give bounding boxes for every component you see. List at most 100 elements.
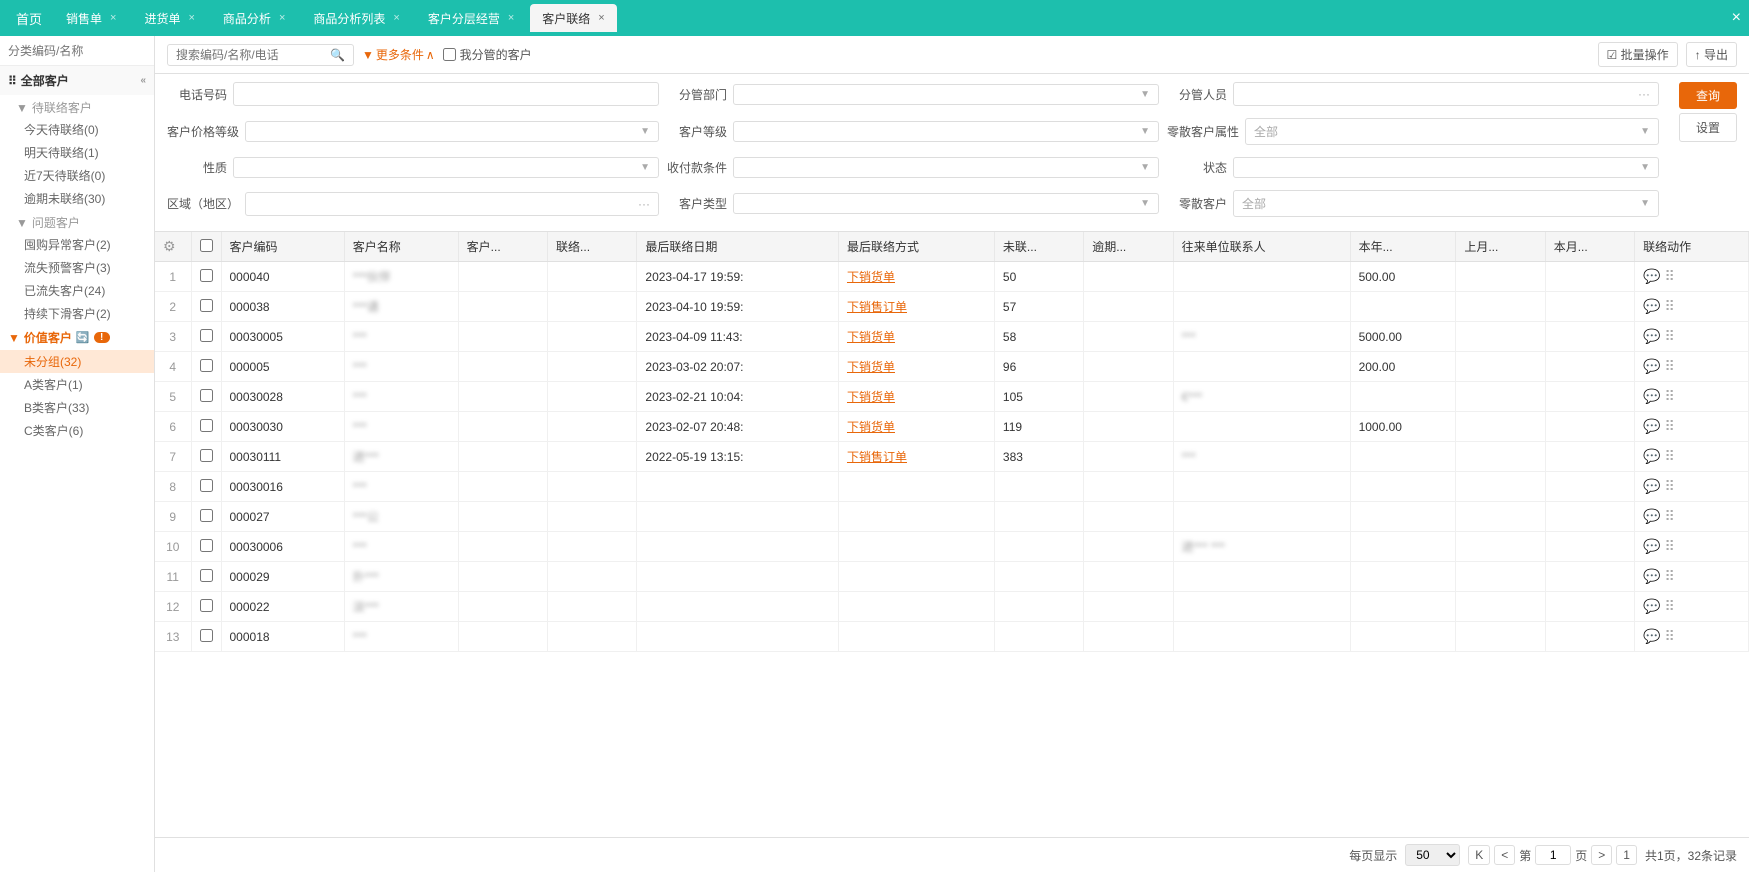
tab-purchase-order[interactable]: 进货单 × [132, 4, 206, 32]
row-checkbox[interactable] [200, 419, 213, 432]
message-icon[interactable]: 💬 [1643, 628, 1660, 645]
th-unlinked[interactable]: 未联... [994, 232, 1083, 262]
tab-product-analysis[interactable]: 商品分析 × [211, 4, 297, 32]
grid-action-icon[interactable]: ⠿ [1665, 628, 1675, 645]
grid-action-icon[interactable]: ⠿ [1665, 358, 1675, 375]
message-icon[interactable]: 💬 [1643, 268, 1660, 285]
sidebar-item-abnormal[interactable]: 囤购异常客户(2) [0, 233, 154, 256]
th-name[interactable]: 客户名称 [344, 232, 458, 262]
search-icon[interactable]: 🔍 [330, 48, 345, 62]
last-method-link[interactable]: 下销货单 [847, 360, 895, 374]
message-icon[interactable]: 💬 [1643, 388, 1660, 405]
grid-action-icon[interactable]: ⠿ [1665, 568, 1675, 585]
row-checkbox[interactable] [200, 629, 213, 642]
retail-cust-select[interactable]: 全部▼ [1233, 190, 1659, 217]
grid-action-icon[interactable]: ⠿ [1665, 388, 1675, 405]
last-page-button[interactable]: 1 [1616, 845, 1637, 865]
close-icon[interactable]: × [393, 12, 399, 24]
th-last-month[interactable]: 上月... [1456, 232, 1545, 262]
message-icon[interactable]: 💬 [1643, 418, 1660, 435]
sidebar-item-group-b[interactable]: B类客户(33) [0, 396, 154, 419]
last-method-link[interactable]: 下销货单 [847, 270, 895, 284]
grid-action-icon[interactable]: ⠿ [1665, 328, 1675, 345]
more-conditions-button[interactable]: ▼ 更多条件 ∧ [362, 46, 435, 63]
tab-customer-tier[interactable]: 客户分层经营 × [416, 4, 526, 32]
grid-action-icon[interactable]: ⠿ [1665, 538, 1675, 555]
sidebar-item-group-c[interactable]: C类客户(6) [0, 419, 154, 442]
cust-type-select[interactable]: ▼ [733, 193, 1159, 214]
close-icon[interactable]: × [508, 12, 514, 24]
export-button[interactable]: ↑ 导出 [1686, 42, 1737, 67]
th-code[interactable]: 客户编码 [221, 232, 344, 262]
person-select[interactable]: ··· [1233, 82, 1659, 106]
row-checkbox[interactable] [200, 569, 213, 582]
grid-action-icon[interactable]: ⠿ [1665, 418, 1675, 435]
close-icon[interactable]: × [598, 12, 604, 24]
query-button[interactable]: 查询 [1679, 82, 1737, 109]
sidebar-item-ungroup[interactable]: 未分组(32) [0, 350, 154, 373]
row-checkbox[interactable] [200, 389, 213, 402]
message-icon[interactable]: 💬 [1643, 358, 1660, 375]
reset-button[interactable]: 设置 [1679, 113, 1737, 142]
th-contact[interactable]: 联络... [548, 232, 637, 262]
dept-select[interactable]: ▼ [733, 84, 1159, 105]
last-method-link[interactable]: 下销货单 [847, 330, 895, 344]
tab-sales-order[interactable]: 销售单 × [54, 4, 128, 32]
row-checkbox[interactable] [200, 509, 213, 522]
tab-customer-contact[interactable]: 客户联络 × [530, 4, 616, 32]
row-checkbox[interactable] [200, 299, 213, 312]
sidebar-item-loss-warning[interactable]: 流失预警客户(3) [0, 256, 154, 279]
message-icon[interactable]: 💬 [1643, 328, 1660, 345]
grid-action-icon[interactable]: ⠿ [1665, 298, 1675, 315]
price-level-select[interactable]: ▼ [245, 121, 659, 142]
select-all-checkbox[interactable] [200, 239, 213, 252]
sidebar-item-7days-pending[interactable]: 近7天待联络(0) [0, 164, 154, 187]
grid-action-icon[interactable]: ⠿ [1665, 448, 1675, 465]
close-icon[interactable]: × [110, 12, 116, 24]
row-checkbox[interactable] [200, 599, 213, 612]
th-last-method[interactable]: 最后联络方式 [838, 232, 994, 262]
sidebar-search-input[interactable] [8, 44, 155, 58]
phone-input[interactable] [233, 82, 659, 106]
row-checkbox[interactable] [200, 449, 213, 462]
close-icon[interactable]: × [188, 12, 194, 24]
refresh-icon[interactable]: 🔄 [76, 331, 90, 344]
grid-action-icon[interactable]: ⠿ [1665, 268, 1675, 285]
message-icon[interactable]: 💬 [1643, 538, 1660, 555]
message-icon[interactable]: 💬 [1643, 598, 1660, 615]
prev-page-button[interactable]: < [1494, 845, 1515, 865]
my-customers-checkbox[interactable]: 我分管的客户 [443, 46, 532, 63]
th-partner[interactable]: 往来单位联系人 [1173, 232, 1350, 262]
page-input[interactable] [1535, 845, 1571, 865]
message-icon[interactable]: 💬 [1643, 448, 1660, 465]
grid-action-icon[interactable]: ⠿ [1665, 508, 1675, 525]
row-checkbox[interactable] [200, 539, 213, 552]
payment-select[interactable]: ▼ [733, 157, 1159, 178]
sidebar-all-customers[interactable]: ⠿ 全部客户 « [0, 66, 154, 95]
last-method-link[interactable]: 下销售订单 [847, 450, 907, 464]
settings-icon[interactable]: ⚙ [163, 238, 176, 254]
close-icon[interactable]: × [279, 12, 285, 24]
row-checkbox[interactable] [200, 329, 213, 342]
message-icon[interactable]: 💬 [1643, 508, 1660, 525]
th-last-date[interactable]: 最后联络日期 [637, 232, 839, 262]
per-page-select[interactable]: 50 100 200 [1405, 844, 1460, 866]
th-year[interactable]: 本年... [1350, 232, 1456, 262]
my-customers-check[interactable] [443, 48, 456, 61]
sidebar-item-lost[interactable]: 已流失客户(24) [0, 279, 154, 302]
sidebar-item-group-a[interactable]: A类客户(1) [0, 373, 154, 396]
close-window-icon[interactable]: × [1732, 9, 1741, 27]
sidebar-item-tomorrow-pending[interactable]: 明天待联络(1) [0, 141, 154, 164]
th-type[interactable]: 客户... [458, 232, 547, 262]
last-method-link[interactable]: 下销货单 [847, 390, 895, 404]
grid-action-icon[interactable]: ⠿ [1665, 478, 1675, 495]
message-icon[interactable]: 💬 [1643, 298, 1660, 315]
row-checkbox[interactable] [200, 479, 213, 492]
grid-action-icon[interactable]: ⠿ [1665, 598, 1675, 615]
status-select[interactable]: ▼ [1233, 157, 1659, 178]
nature-select[interactable]: ▼ [233, 157, 659, 178]
first-page-button[interactable]: K [1468, 845, 1490, 865]
last-method-link[interactable]: 下销货单 [847, 420, 895, 434]
cust-level-select[interactable]: ▼ [733, 121, 1159, 142]
collapse-icon[interactable]: « [140, 75, 146, 86]
